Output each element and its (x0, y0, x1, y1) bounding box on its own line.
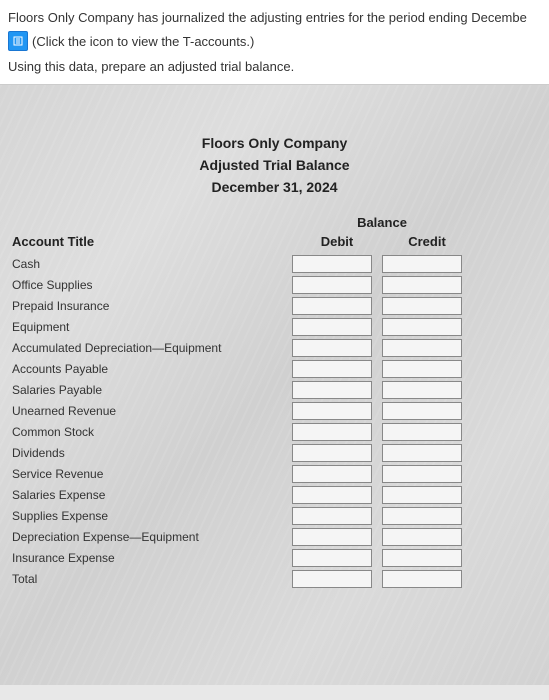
account-row: Total (12, 570, 537, 588)
debit-input[interactable] (292, 318, 372, 336)
debit-input[interactable] (292, 465, 372, 483)
debit-input[interactable] (292, 297, 372, 315)
debit-header: Debit (292, 234, 382, 249)
company-name: Floors Only Company (12, 135, 537, 151)
icon-hint-text: (Click the icon to view the T-accounts.) (32, 34, 254, 49)
account-label: Insurance Expense (12, 551, 292, 565)
icon-hint-line: (Click the icon to view the T-accounts.) (8, 31, 541, 51)
debit-input[interactable] (292, 486, 372, 504)
credit-input[interactable] (382, 570, 462, 588)
account-label: Salaries Payable (12, 383, 292, 397)
account-label: Equipment (12, 320, 292, 334)
account-label: Service Revenue (12, 467, 292, 481)
question-header: Floors Only Company has journalized the … (0, 0, 549, 85)
debit-input[interactable] (292, 570, 372, 588)
account-label: Office Supplies (12, 278, 292, 292)
debit-input[interactable] (292, 423, 372, 441)
credit-input[interactable] (382, 423, 462, 441)
account-rows: Cash Office Supplies Prepaid Insurance Equi… (12, 255, 537, 588)
account-label: Cash (12, 257, 292, 271)
account-row: Office Supplies (12, 276, 537, 294)
account-row: Equipment (12, 318, 537, 336)
account-label: Salaries Expense (12, 488, 292, 502)
debit-input[interactable] (292, 381, 372, 399)
account-label: Common Stock (12, 425, 292, 439)
report-title-block: Floors Only Company Adjusted Trial Balan… (12, 135, 537, 195)
account-row: Depreciation Expense—Equipment (12, 528, 537, 546)
account-title-header: Account Title (12, 234, 292, 249)
account-label: Supplies Expense (12, 509, 292, 523)
report-date: December 31, 2024 (12, 179, 537, 195)
balance-label: Balance (302, 215, 462, 230)
account-label: Total (12, 572, 292, 586)
account-row: Prepaid Insurance (12, 297, 537, 315)
credit-header: Credit (382, 234, 472, 249)
t-accounts-icon[interactable] (8, 31, 28, 51)
account-label: Unearned Revenue (12, 404, 292, 418)
account-row: Accumulated Depreciation—Equipment (12, 339, 537, 357)
balance-group-header: Balance (302, 215, 537, 234)
credit-input[interactable] (382, 465, 462, 483)
account-row: Supplies Expense (12, 507, 537, 525)
account-label: Accumulated Depreciation—Equipment (12, 341, 292, 355)
intro-text: Floors Only Company has journalized the … (8, 10, 541, 25)
trial-balance-worksheet: Floors Only Company Adjusted Trial Balan… (0, 85, 549, 685)
debit-input[interactable] (292, 507, 372, 525)
account-label: Prepaid Insurance (12, 299, 292, 313)
credit-input[interactable] (382, 528, 462, 546)
instruction-text: Using this data, prepare an adjusted tri… (8, 59, 541, 74)
account-row: Common Stock (12, 423, 537, 441)
credit-input[interactable] (382, 360, 462, 378)
report-name: Adjusted Trial Balance (12, 157, 537, 173)
account-row: Dividends (12, 444, 537, 462)
credit-input[interactable] (382, 486, 462, 504)
account-label: Accounts Payable (12, 362, 292, 376)
account-row: Unearned Revenue (12, 402, 537, 420)
debit-input[interactable] (292, 402, 372, 420)
debit-input[interactable] (292, 549, 372, 567)
credit-input[interactable] (382, 297, 462, 315)
account-row: Cash (12, 255, 537, 273)
column-headers: Account Title Debit Credit (12, 234, 537, 249)
debit-input[interactable] (292, 444, 372, 462)
debit-input[interactable] (292, 255, 372, 273)
credit-input[interactable] (382, 549, 462, 567)
account-row: Accounts Payable (12, 360, 537, 378)
debit-input[interactable] (292, 528, 372, 546)
account-row: Salaries Payable (12, 381, 537, 399)
credit-input[interactable] (382, 507, 462, 525)
credit-input[interactable] (382, 402, 462, 420)
account-row: Insurance Expense (12, 549, 537, 567)
debit-input[interactable] (292, 360, 372, 378)
credit-input[interactable] (382, 276, 462, 294)
credit-input[interactable] (382, 255, 462, 273)
account-row: Salaries Expense (12, 486, 537, 504)
debit-input[interactable] (292, 276, 372, 294)
debit-input[interactable] (292, 339, 372, 357)
credit-input[interactable] (382, 444, 462, 462)
credit-input[interactable] (382, 339, 462, 357)
account-row: Service Revenue (12, 465, 537, 483)
credit-input[interactable] (382, 381, 462, 399)
credit-input[interactable] (382, 318, 462, 336)
account-label: Depreciation Expense—Equipment (12, 530, 292, 544)
account-label: Dividends (12, 446, 292, 460)
